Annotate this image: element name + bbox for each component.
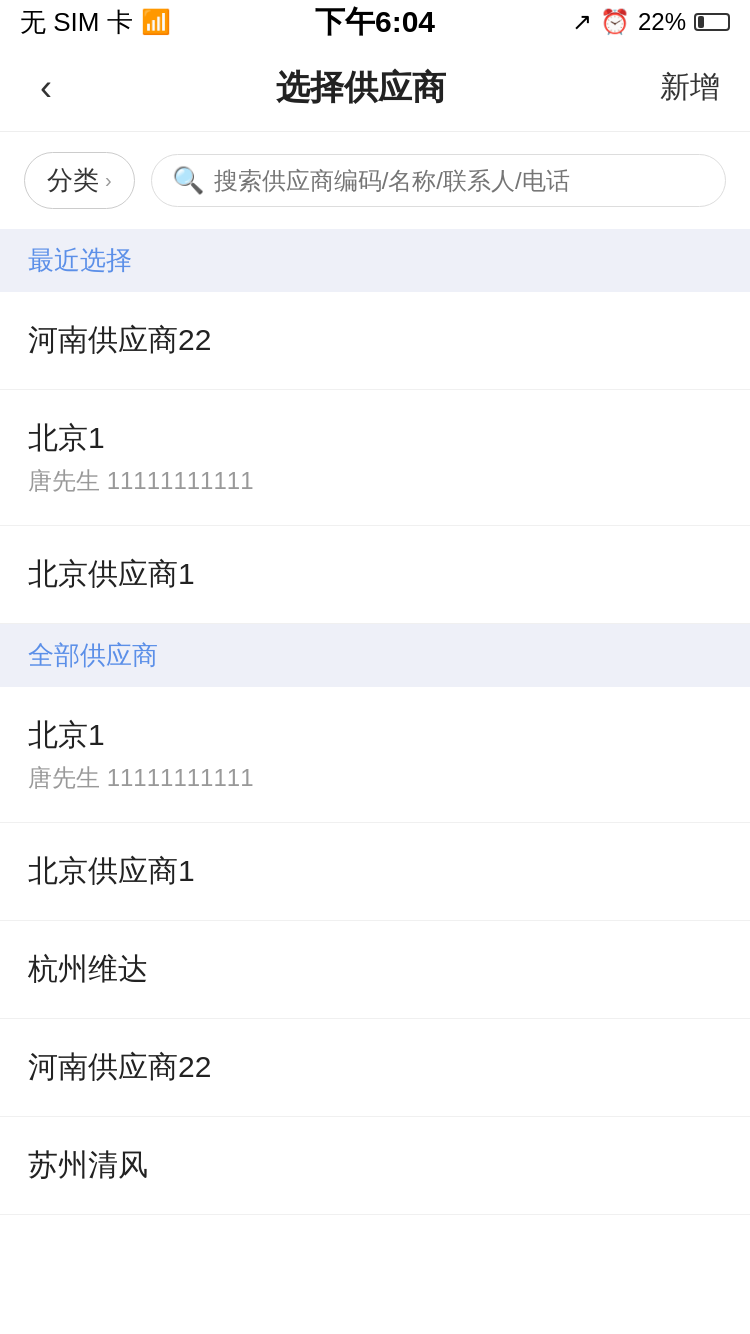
list-item[interactable]: 杭州维达 bbox=[0, 921, 750, 1019]
recent-section-header: 最近选择 bbox=[0, 229, 750, 292]
all-list: 北京1 唐先生 11111111111 北京供应商1 杭州维达河南供应商22 苏州清风 bbox=[0, 687, 750, 1215]
location-icon: ↗ bbox=[572, 8, 592, 36]
all-section-label: 全部供应商 bbox=[28, 640, 158, 670]
list-item[interactable]: 河南供应商22 bbox=[0, 292, 750, 390]
add-button[interactable]: 新增 bbox=[660, 67, 720, 108]
list-item[interactable]: 北京1 唐先生 11111111111 bbox=[0, 687, 750, 823]
filter-bar: 分类 › 🔍 bbox=[0, 132, 750, 229]
category-label: 分类 bbox=[47, 163, 99, 198]
wifi-icon: 📶 bbox=[141, 8, 171, 36]
alarm-icon: ⏰ bbox=[600, 8, 630, 36]
item-name: 河南供应商22 bbox=[28, 320, 722, 361]
search-box[interactable]: 🔍 bbox=[151, 154, 726, 207]
list-item[interactable]: 苏州清风 bbox=[0, 1117, 750, 1215]
item-name: 苏州清风 bbox=[28, 1145, 722, 1186]
item-name: 杭州维达 bbox=[28, 949, 722, 990]
item-contact: 唐先生 11111111111 bbox=[28, 762, 722, 794]
list-item[interactable]: 北京供应商1 bbox=[0, 823, 750, 921]
item-name: 北京1 bbox=[28, 715, 722, 756]
list-item[interactable]: 北京供应商1 bbox=[0, 526, 750, 624]
battery-percent: 22% bbox=[638, 8, 686, 36]
category-filter-button[interactable]: 分类 › bbox=[24, 152, 135, 209]
list-item[interactable]: 北京1 唐先生 11111111111 bbox=[0, 390, 750, 526]
item-contact: 唐先生 11111111111 bbox=[28, 465, 722, 497]
all-section-header: 全部供应商 bbox=[0, 624, 750, 687]
status-time: 下午6:04 bbox=[315, 2, 435, 43]
search-input[interactable] bbox=[214, 167, 705, 195]
status-carrier: 无 SIM 卡 📶 bbox=[20, 5, 171, 40]
status-right: ↗ ⏰ 22% bbox=[572, 8, 730, 36]
nav-bar: ‹ 选择供应商 新增 bbox=[0, 44, 750, 132]
carrier-text: 无 SIM 卡 bbox=[20, 5, 133, 40]
recent-section-label: 最近选择 bbox=[28, 245, 132, 275]
item-name: 北京供应商1 bbox=[28, 851, 722, 892]
item-name: 河南供应商22 bbox=[28, 1047, 722, 1088]
item-name: 北京供应商1 bbox=[28, 554, 722, 595]
list-item[interactable]: 河南供应商22 bbox=[0, 1019, 750, 1117]
search-icon: 🔍 bbox=[172, 165, 204, 196]
page-title: 选择供应商 bbox=[276, 65, 446, 111]
battery-icon bbox=[694, 13, 730, 31]
status-bar: 无 SIM 卡 📶 下午6:04 ↗ ⏰ 22% bbox=[0, 0, 750, 44]
chevron-right-icon: › bbox=[105, 169, 112, 192]
back-button[interactable]: ‹ bbox=[30, 57, 62, 119]
item-name: 北京1 bbox=[28, 418, 722, 459]
recent-list: 河南供应商22 北京1 唐先生 11111111111 北京供应商1 bbox=[0, 292, 750, 624]
